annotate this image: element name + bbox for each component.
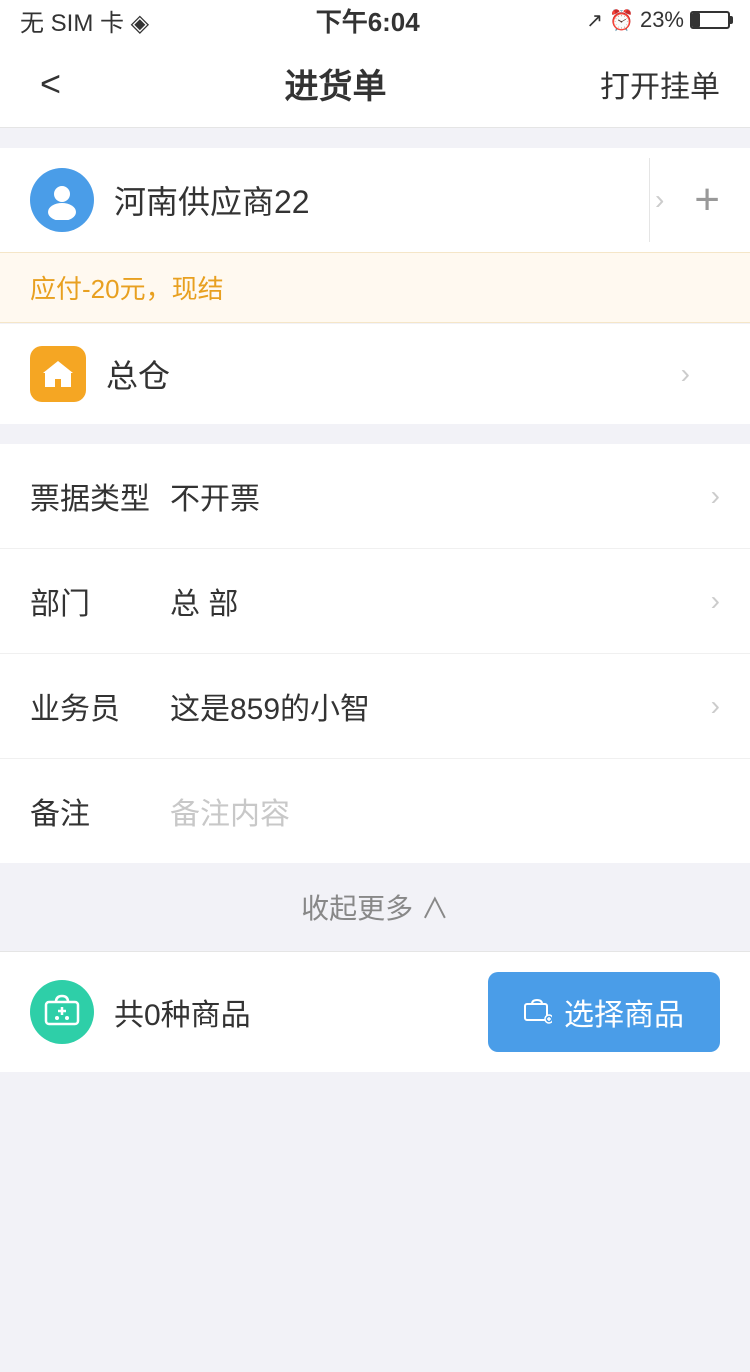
warehouse-name: 总仓 <box>106 351 681 397</box>
remark-label: 备注 <box>30 789 150 833</box>
nav-bar: < 进货单 打开挂单 <box>0 40 750 128</box>
warehouse-chevron-icon: › <box>681 358 690 390</box>
status-left: 无 SIM 卡 ◈ <box>20 3 149 38</box>
dept-value: 总 部 <box>150 579 701 623</box>
supplier-name: 河南供应商22 <box>114 177 655 223</box>
supplier-row[interactable]: 河南供应商22 › + <box>0 148 750 252</box>
remark-input[interactable]: 备注内容 <box>150 789 720 833</box>
back-button[interactable]: < <box>30 53 71 115</box>
signal-text: 无 SIM 卡 ◈ <box>20 3 149 38</box>
collapse-label: 收起更多 ∧ <box>301 887 449 927</box>
warehouse-row[interactable]: 总仓 › <box>0 323 750 424</box>
product-icon-wrap <box>30 980 94 1044</box>
cart-icon <box>44 994 80 1030</box>
page-title: 进货单 <box>285 59 387 108</box>
status-bar: 无 SIM 卡 ◈ 下午6:04 ↗ ⏰ 23% <box>0 0 750 40</box>
sales-label: 业务员 <box>30 684 150 728</box>
warehouse-icon-wrap <box>30 346 86 402</box>
sales-chevron-icon: › <box>711 690 720 722</box>
open-pending-button[interactable]: 打开挂单 <box>600 62 720 106</box>
bottom-bar: 共0种商品 选择商品 <box>0 951 750 1072</box>
section-gap-1 <box>0 128 750 148</box>
supplier-card: 河南供应商22 › + 应付-20元，现结 总仓 › <box>0 148 750 424</box>
notice-text: 应付-20元，现结 <box>30 274 224 304</box>
invoice-label: 票据类型 <box>30 474 150 518</box>
select-cart-icon <box>524 998 552 1026</box>
form-section: 票据类型 不开票 › 部门 总 部 › 业务员 这是859的小智 › 备注 备注… <box>0 444 750 863</box>
add-button[interactable]: + <box>694 175 720 225</box>
person-icon <box>42 180 82 220</box>
invoice-chevron-icon: › <box>711 480 720 512</box>
supplier-chevron-icon: › <box>655 184 664 216</box>
supplier-avatar <box>30 168 94 232</box>
product-count: 共0种商品 <box>114 990 488 1034</box>
dept-label: 部门 <box>30 579 150 623</box>
dept-row[interactable]: 部门 总 部 › <box>0 549 750 654</box>
status-right: ↗ ⏰ 23% <box>586 7 730 33</box>
sales-value: 这是859的小智 <box>150 684 701 728</box>
invoice-value: 不开票 <box>150 474 701 518</box>
remark-row[interactable]: 备注 备注内容 <box>0 759 750 863</box>
sales-row[interactable]: 业务员 这是859的小智 › <box>0 654 750 759</box>
select-product-label: 选择商品 <box>564 990 684 1034</box>
alarm-icon: ⏰ <box>609 8 634 33</box>
page-background <box>0 1072 750 1372</box>
location-icon: ↗ <box>586 8 603 33</box>
collapse-toggle[interactable]: 收起更多 ∧ <box>0 863 750 951</box>
supplier-divider <box>649 158 650 242</box>
house-icon <box>41 357 75 391</box>
notice-banner: 应付-20元，现结 <box>0 252 750 323</box>
select-product-button[interactable]: 选择商品 <box>488 972 720 1052</box>
battery-percent: 23% <box>640 7 684 33</box>
dept-chevron-icon: › <box>711 585 720 617</box>
invoice-row[interactable]: 票据类型 不开票 › <box>0 444 750 549</box>
battery-icon <box>690 11 730 29</box>
status-time: 下午6:04 <box>316 2 420 39</box>
